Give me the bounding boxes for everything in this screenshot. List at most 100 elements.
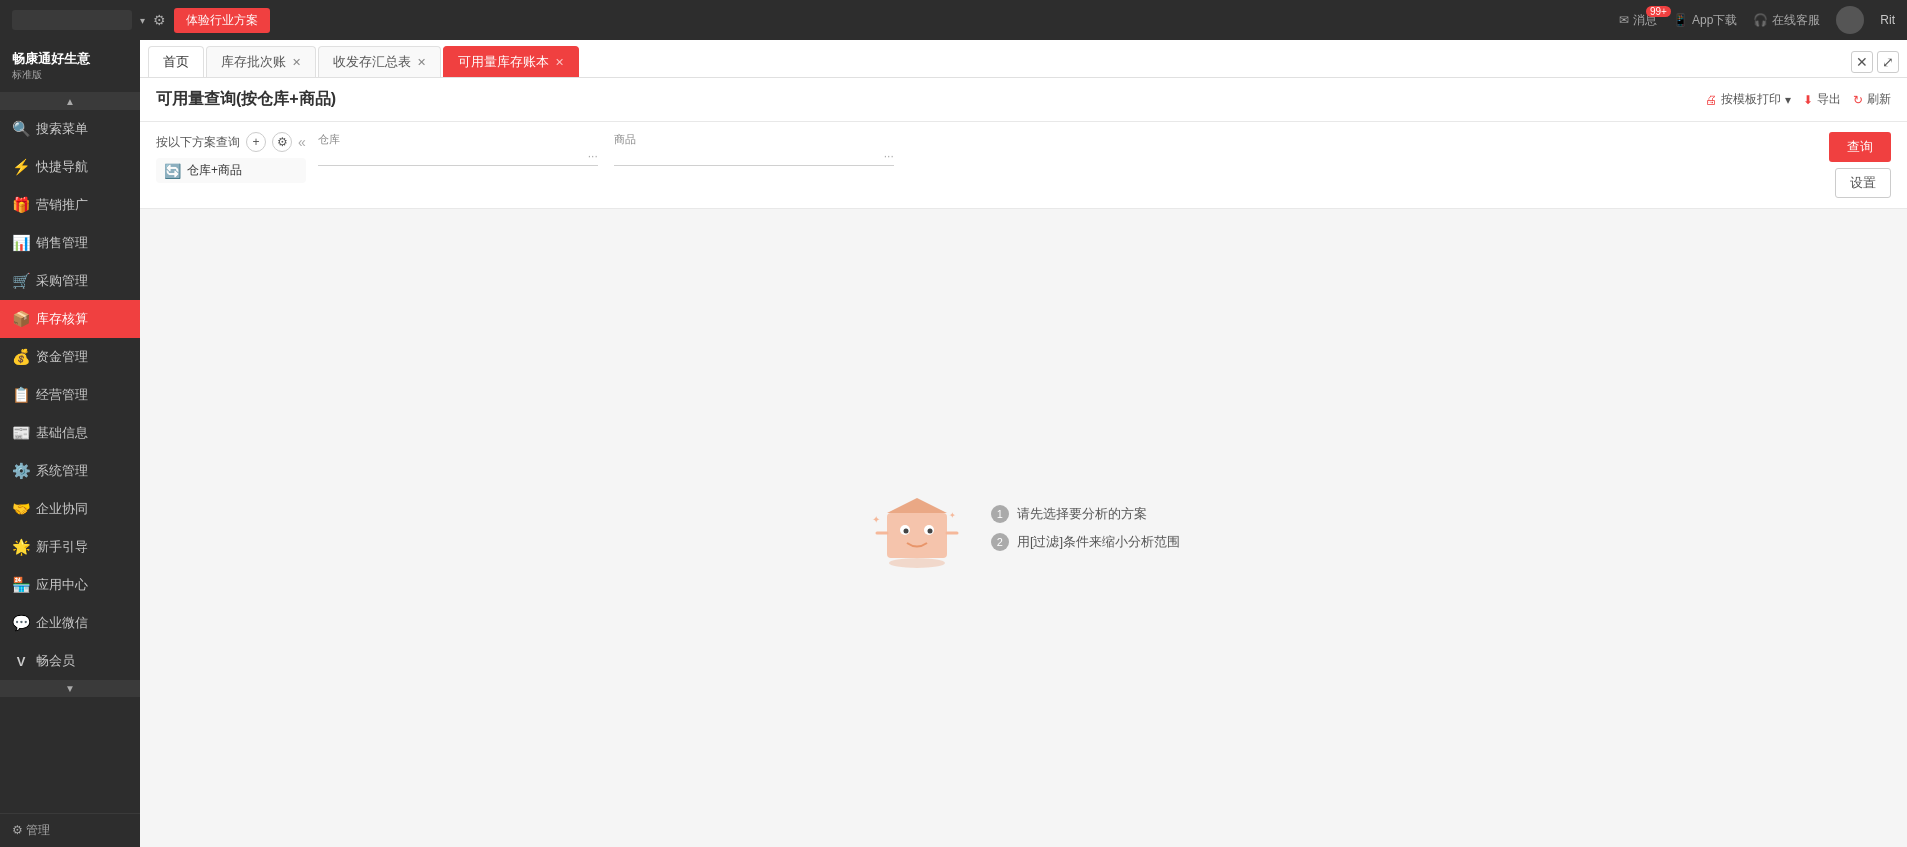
tab-close-available[interactable]: ✕ bbox=[555, 56, 564, 69]
app-icon: 📱 bbox=[1673, 13, 1688, 27]
tip-number-2: 2 bbox=[991, 533, 1009, 551]
warehouse-input-wrap: ··· bbox=[318, 149, 598, 166]
warehouse-field: 仓库 ··· bbox=[318, 132, 598, 166]
print-button[interactable]: 🖨 按模板打印 ▾ bbox=[1705, 91, 1791, 108]
sidebar-item-search[interactable]: 🔍 搜索菜单 bbox=[0, 110, 140, 148]
tab-close-summary[interactable]: ✕ bbox=[417, 56, 426, 69]
sidebar-item-label: 新手引导 bbox=[36, 538, 88, 556]
sidebar-item-finance[interactable]: 💰 资金管理 bbox=[0, 338, 140, 376]
svg-rect-0 bbox=[887, 513, 947, 558]
sidebar-item-label: 快捷导航 bbox=[36, 158, 88, 176]
page-header: 可用量查询(按仓库+商品) 🖨 按模板打印 ▾ ⬇ 导出 ↻ 刷新 bbox=[140, 78, 1907, 122]
print-chevron-icon: ▾ bbox=[1785, 93, 1791, 107]
filter-scheme-area: 按以下方案查询 + ⚙ « 🔄 仓库+商品 bbox=[156, 132, 306, 183]
enterprise-icon: 🤝 bbox=[12, 500, 30, 518]
svg-point-5 bbox=[927, 529, 932, 534]
tip-text-2: 用[过滤]条件来缩小分析范围 bbox=[1017, 533, 1180, 551]
export-button[interactable]: ⬇ 导出 bbox=[1803, 91, 1841, 108]
sidebar-item-sales[interactable]: 📊 销售管理 bbox=[0, 224, 140, 262]
goods-dots-icon[interactable]: ··· bbox=[884, 149, 894, 163]
tab-bar-actions: ✕ ⤢ bbox=[1851, 51, 1899, 77]
empty-tips: 1 请先选择要分析的方案 2 用[过滤]条件来缩小分析范围 bbox=[991, 505, 1180, 551]
page-title: 可用量查询(按仓库+商品) bbox=[156, 89, 336, 110]
tip-number-1: 1 bbox=[991, 505, 1009, 523]
sidebar-item-marketing[interactable]: 🎁 营销推广 bbox=[0, 186, 140, 224]
sidebar-item-wechat[interactable]: 💬 企业微信 bbox=[0, 604, 140, 642]
sidebar-item-basic[interactable]: 📰 基础信息 bbox=[0, 414, 140, 452]
sidebar-bottom[interactable]: ⚙ 管理 bbox=[0, 813, 140, 847]
refresh-button[interactable]: ↻ 刷新 bbox=[1853, 91, 1891, 108]
sidebar-item-appstore[interactable]: 🏪 应用中心 bbox=[0, 566, 140, 604]
sidebar-item-inventory[interactable]: 📦 库存核算 bbox=[0, 300, 140, 338]
tab-home[interactable]: 首页 bbox=[148, 46, 204, 77]
top-bar: ▾ ⚙ 体验行业方案 ✉ 消息 99+ 📱 App下载 🎧 在线客服 Rit bbox=[0, 0, 1907, 40]
filter-fields: 仓库 ··· 商品 ··· bbox=[318, 132, 1817, 166]
sidebar-item-purchase[interactable]: 🛒 采购管理 bbox=[0, 262, 140, 300]
sidebar-item-label: 营销推广 bbox=[36, 196, 88, 214]
tab-bar: 首页 库存批次账 ✕ 收发存汇总表 ✕ 可用量库存账本 ✕ ✕ ⤢ bbox=[140, 40, 1907, 78]
sidebar-scroll-down[interactable]: ▼ bbox=[0, 680, 140, 697]
filter-scheme-collapse-icon[interactable]: « bbox=[298, 134, 306, 150]
sidebar: 畅康通好生意 标准版 ▲ 🔍 搜索菜单 ⚡ 快捷导航 🎁 营销推广 📊 销售管理… bbox=[0, 40, 140, 847]
sidebar-item-label: 企业协同 bbox=[36, 500, 88, 518]
tab-summary[interactable]: 收发存汇总表 ✕ bbox=[318, 46, 441, 77]
tab-close-batch[interactable]: ✕ bbox=[292, 56, 301, 69]
sidebar-item-label: 搜索菜单 bbox=[36, 120, 88, 138]
filter-scheme-edit-button[interactable]: ⚙ bbox=[272, 132, 292, 152]
tab-available[interactable]: 可用量库存账本 ✕ bbox=[443, 46, 579, 77]
filter-label: 按以下方案查询 bbox=[156, 134, 240, 151]
query-button[interactable]: 查询 bbox=[1829, 132, 1891, 162]
main-layout: 畅康通好生意 标准版 ▲ 🔍 搜索菜单 ⚡ 快捷导航 🎁 营销推广 📊 销售管理… bbox=[0, 40, 1907, 847]
industry-solution-button[interactable]: 体验行业方案 bbox=[174, 8, 270, 33]
sidebar-item-operations[interactable]: 📋 经营管理 bbox=[0, 376, 140, 414]
goods-input[interactable] bbox=[614, 149, 878, 163]
search-icon: 🔍 bbox=[12, 120, 30, 138]
page-header-actions: 🖨 按模板打印 ▾ ⬇ 导出 ↻ 刷新 bbox=[1705, 91, 1891, 108]
export-icon: ⬇ bbox=[1803, 93, 1813, 107]
filter-scheme-item[interactable]: 🔄 仓库+商品 bbox=[156, 158, 306, 183]
empty-tip-2: 2 用[过滤]条件来缩小分析范围 bbox=[991, 533, 1180, 551]
logo-title: 畅康通好生意 bbox=[12, 50, 128, 68]
settings-button[interactable]: 设置 bbox=[1835, 168, 1891, 198]
tab-batch[interactable]: 库存批次账 ✕ bbox=[206, 46, 316, 77]
sidebar-scroll-up[interactable]: ▲ bbox=[0, 93, 140, 110]
avatar[interactable] bbox=[1836, 6, 1864, 34]
search-input[interactable] bbox=[12, 10, 132, 30]
sidebar-item-label: 畅会员 bbox=[36, 652, 75, 670]
warehouse-dots-icon[interactable]: ··· bbox=[588, 149, 598, 163]
dropdown-icon[interactable]: ▾ bbox=[140, 15, 145, 26]
online-service-button[interactable]: 🎧 在线客服 bbox=[1753, 12, 1820, 29]
empty-illustration: ✦ ✦ bbox=[867, 478, 967, 578]
warehouse-input[interactable] bbox=[318, 149, 582, 163]
tab-bar-close-button[interactable]: ✕ bbox=[1851, 51, 1873, 73]
goods-label: 商品 bbox=[614, 132, 894, 147]
sidebar-item-label: 库存核算 bbox=[36, 310, 88, 328]
shortcut-icon: ⚡ bbox=[12, 158, 30, 176]
service-icon: 🎧 bbox=[1753, 13, 1768, 27]
sidebar-item-newbie[interactable]: 🌟 新手引导 bbox=[0, 528, 140, 566]
wechat-icon: 💬 bbox=[12, 614, 30, 632]
sidebar-item-enterprise[interactable]: 🤝 企业协同 bbox=[0, 490, 140, 528]
appstore-icon: 🏪 bbox=[12, 576, 30, 594]
tab-bar-expand-button[interactable]: ⤢ bbox=[1877, 51, 1899, 73]
messages-badge: 99+ bbox=[1646, 6, 1671, 17]
sidebar-item-label: 采购管理 bbox=[36, 272, 88, 290]
content-area: 首页 库存批次账 ✕ 收发存汇总表 ✕ 可用量库存账本 ✕ ✕ ⤢ 可用量查询(… bbox=[140, 40, 1907, 847]
username-label: Rit bbox=[1880, 13, 1895, 27]
app-download-button[interactable]: 📱 App下载 bbox=[1673, 12, 1737, 29]
filter-buttons: 查询 设置 bbox=[1829, 132, 1891, 198]
gear-icon[interactable]: ⚙ bbox=[153, 12, 166, 28]
goods-input-wrap: ··· bbox=[614, 149, 894, 166]
top-bar-right: ✉ 消息 99+ 📱 App下载 🎧 在线客服 Rit bbox=[1619, 6, 1895, 34]
filter-scheme-add-button[interactable]: + bbox=[246, 132, 266, 152]
filter-area: 按以下方案查询 + ⚙ « 🔄 仓库+商品 仓库 ··· bbox=[140, 122, 1907, 209]
sidebar-item-system[interactable]: ⚙️ 系统管理 bbox=[0, 452, 140, 490]
sidebar-item-label: 资金管理 bbox=[36, 348, 88, 366]
sidebar-item-shortcut[interactable]: ⚡ 快捷导航 bbox=[0, 148, 140, 186]
sidebar-item-member[interactable]: V 畅会员 bbox=[0, 642, 140, 680]
print-icon: 🖨 bbox=[1705, 93, 1717, 107]
sidebar-item-label: 基础信息 bbox=[36, 424, 88, 442]
sales-icon: 📊 bbox=[12, 234, 30, 252]
inventory-icon: 📦 bbox=[12, 310, 30, 328]
messages-button[interactable]: ✉ 消息 99+ bbox=[1619, 12, 1657, 29]
